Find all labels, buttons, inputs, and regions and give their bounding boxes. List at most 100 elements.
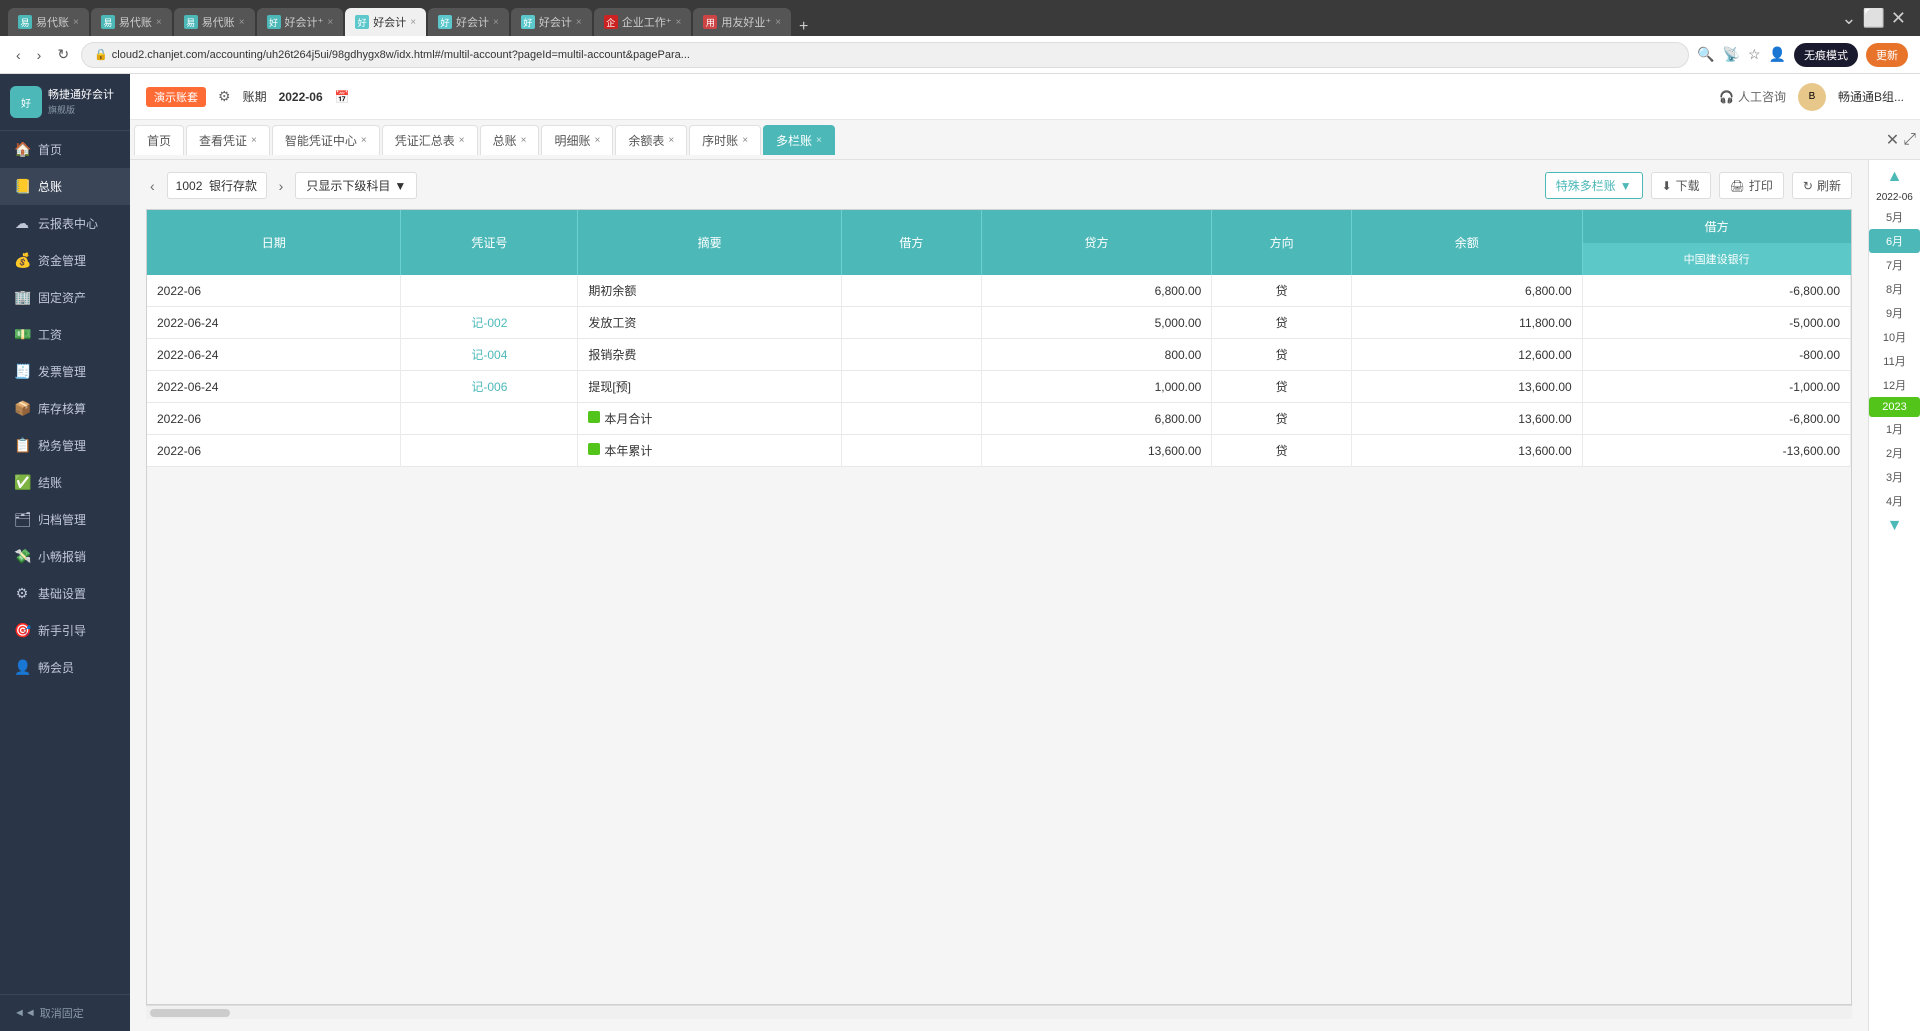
page-tab-close-general[interactable]: ×	[521, 135, 527, 146]
page-tab-general[interactable]: 总账 ×	[480, 125, 540, 155]
browser-tab-8[interactable]: 企 企业工作⁺ ×	[594, 8, 692, 36]
url-bar[interactable]: 🔒 cloud2.chanjet.com/accounting/uh26t264…	[81, 42, 1689, 68]
sidebar-item-archive[interactable]: 🗂 归档管理	[0, 501, 130, 538]
tab-close-7[interactable]: ×	[576, 17, 582, 28]
voucher-link[interactable]: 记-004	[471, 348, 507, 362]
page-tab-detail[interactable]: 明细账 ×	[541, 125, 613, 155]
account-selector[interactable]: 1002 银行存款	[167, 172, 267, 199]
star-icon[interactable]: ☆	[1748, 46, 1761, 63]
tab-close-4[interactable]: ×	[327, 17, 333, 28]
page-tab-close-vouchers[interactable]: ×	[251, 135, 257, 146]
print-button[interactable]: 🖨 打印	[1719, 172, 1784, 199]
consult-button[interactable]: 🎧 人工咨询	[1719, 88, 1786, 105]
browser-tab-2[interactable]: 易 易代账 ×	[91, 8, 172, 36]
close-icon[interactable]: ✕	[1891, 8, 1906, 29]
timeline-month-sep[interactable]: 9月	[1869, 301, 1920, 325]
profile-icon[interactable]: 👤	[1769, 46, 1786, 63]
timeline-month-mar[interactable]: 3月	[1869, 465, 1920, 489]
voucher-link[interactable]: 记-002	[471, 316, 507, 330]
sidebar-item-expense[interactable]: 💸 小畅报销	[0, 538, 130, 575]
page-tab-home[interactable]: 首页	[134, 125, 184, 155]
page-tab-multicolumn[interactable]: 多栏账 ×	[763, 125, 835, 155]
close-tab-action[interactable]: ✕	[1886, 130, 1899, 150]
page-tab-balance[interactable]: 余额表 ×	[615, 125, 687, 155]
page-tab-close-smart[interactable]: ×	[361, 135, 367, 146]
sidebar-item-invoice[interactable]: 🧾 发票管理	[0, 353, 130, 390]
refresh-button[interactable]: ↻	[53, 44, 73, 65]
timeline-month-jul[interactable]: 7月	[1869, 253, 1920, 277]
page-tab-vouchers[interactable]: 查看凭证 ×	[186, 125, 270, 155]
update-button[interactable]: 更新	[1866, 43, 1908, 67]
page-tab-close-balance[interactable]: ×	[668, 135, 674, 146]
timeline-month-jan[interactable]: 1月	[1869, 417, 1920, 441]
timeline-scroll-up[interactable]: ▲	[1883, 164, 1907, 190]
horizontal-scrollbar[interactable]	[146, 1005, 1852, 1019]
page-tab-sequence[interactable]: 序时账 ×	[689, 125, 761, 155]
scroll-thumb[interactable]	[150, 1009, 230, 1017]
page-tab-close-summary[interactable]: ×	[459, 135, 465, 146]
timeline-month-oct[interactable]: 10月	[1869, 325, 1920, 349]
cell-voucher[interactable]: 记-002	[401, 307, 578, 339]
prev-account-button[interactable]: ‹	[146, 176, 159, 196]
sidebar-item-member[interactable]: 👤 畅会员	[0, 649, 130, 686]
next-account-button[interactable]: ›	[275, 176, 288, 196]
new-tab-button[interactable]: +	[793, 18, 814, 36]
voucher-link[interactable]: 记-006	[471, 380, 507, 394]
sidebar-item-assets[interactable]: 🏢 固定资产	[0, 279, 130, 316]
demo-badge[interactable]: 演示账套	[146, 87, 206, 107]
download-button[interactable]: ⬇ 下载	[1651, 172, 1711, 199]
minimize-icon[interactable]: ⌄	[1841, 8, 1856, 29]
browser-tab-1[interactable]: 易 易代账 ×	[8, 8, 89, 36]
timeline-scroll-down[interactable]: ▼	[1883, 513, 1907, 539]
cell-voucher[interactable]: 记-006	[401, 371, 578, 403]
timeline-month-nov[interactable]: 11月	[1869, 349, 1920, 373]
page-tab-summary[interactable]: 凭证汇总表 ×	[382, 125, 478, 155]
cast-icon[interactable]: 📡	[1723, 46, 1740, 63]
tab-close-2[interactable]: ×	[156, 17, 162, 28]
calendar-icon[interactable]: 📅	[335, 90, 350, 104]
tab-close-8[interactable]: ×	[676, 17, 682, 28]
sidebar-item-reports[interactable]: ☁ 云报表中心	[0, 205, 130, 242]
tab-close-3[interactable]: ×	[239, 17, 245, 28]
forward-button[interactable]: ›	[33, 45, 46, 65]
page-tab-smart[interactable]: 智能凭证中心 ×	[272, 125, 380, 155]
unfix-button[interactable]: ◄◄ 取消固定	[14, 1005, 116, 1021]
browser-tab-5[interactable]: 好 好会计 ×	[345, 8, 426, 36]
timeline-month-apr[interactable]: 4月	[1869, 489, 1920, 513]
sidebar-item-close[interactable]: ✅ 结账	[0, 464, 130, 501]
sidebar-item-home[interactable]: 🏠 首页	[0, 131, 130, 168]
sidebar-item-funds[interactable]: 💰 资金管理	[0, 242, 130, 279]
settings-icon[interactable]: ⚙	[218, 88, 231, 105]
tab-close-6[interactable]: ×	[493, 17, 499, 28]
sidebar-item-salary[interactable]: 💵 工资	[0, 316, 130, 353]
timeline-month-may[interactable]: 5月	[1869, 205, 1920, 229]
browser-tab-6[interactable]: 好 好会计 ×	[428, 8, 509, 36]
sidebar-item-settings[interactable]: ⚙ 基础设置	[0, 575, 130, 612]
sidebar-item-inventory[interactable]: 📦 库存核算	[0, 390, 130, 427]
browser-tab-4[interactable]: 好 好会计⁺ ×	[257, 8, 344, 36]
refresh-ledger-button[interactable]: ↻ 刷新	[1792, 172, 1852, 199]
timeline-month-dec[interactable]: 12月	[1869, 373, 1920, 397]
expand-tab-action[interactable]: ⤢	[1903, 130, 1916, 150]
browser-tab-3[interactable]: 易 易代账 ×	[174, 8, 255, 36]
special-multicolumn-button[interactable]: 特殊多栏账 ▼	[1545, 172, 1643, 199]
browser-tab-9[interactable]: 用 用友好业⁺ ×	[693, 8, 791, 36]
browser-tab-7[interactable]: 好 好会计 ×	[511, 8, 592, 36]
page-tab-close-multicolumn[interactable]: ×	[816, 135, 822, 146]
timeline-month-jun[interactable]: 6月	[1869, 229, 1920, 253]
wuhen-button[interactable]: 无痕模式	[1794, 43, 1858, 67]
sidebar-item-ledger[interactable]: 📒 总账	[0, 168, 130, 205]
tab-close-9[interactable]: ×	[775, 17, 781, 28]
page-tab-close-sequence[interactable]: ×	[742, 135, 748, 146]
sidebar-item-guide[interactable]: 🎯 新手引导	[0, 612, 130, 649]
page-tab-close-detail[interactable]: ×	[594, 135, 600, 146]
filter-dropdown[interactable]: 只显示下级科目 ▼	[295, 172, 417, 199]
tab-close-5[interactable]: ×	[410, 17, 416, 28]
tab-close-1[interactable]: ×	[73, 17, 79, 28]
maximize-icon[interactable]: ⬜	[1862, 8, 1884, 29]
search-icon[interactable]: 🔍	[1697, 46, 1714, 63]
cell-voucher[interactable]: 记-004	[401, 339, 578, 371]
timeline-month-aug[interactable]: 8月	[1869, 277, 1920, 301]
sidebar-item-tax[interactable]: 📋 税务管理	[0, 427, 130, 464]
timeline-month-feb[interactable]: 2月	[1869, 441, 1920, 465]
